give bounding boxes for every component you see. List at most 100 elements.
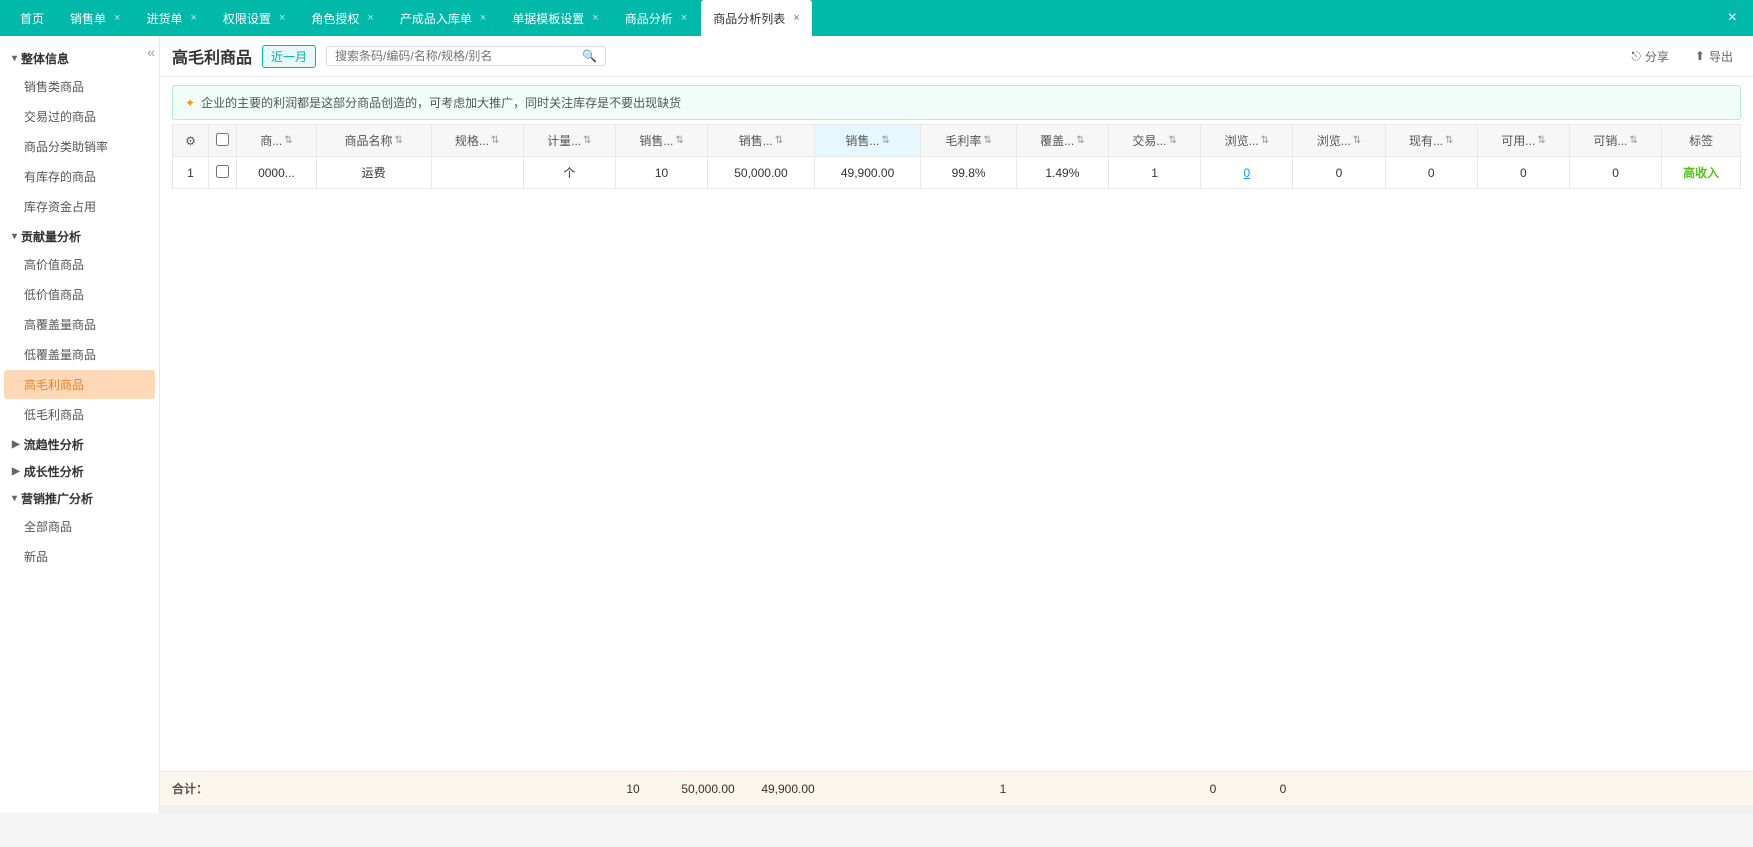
- bottom-scrollbar[interactable]: [160, 805, 1753, 813]
- nav-product-analysis-list-close[interactable]: ×: [793, 12, 799, 24]
- sidebar-item-high-value[interactable]: 高价值商品: [4, 250, 155, 279]
- sidebar-item-stock-capital[interactable]: 库存资金占用: [4, 192, 155, 221]
- col-spec[interactable]: 规格... ⇅: [431, 125, 523, 157]
- table-container[interactable]: ⚙ 商... ⇅ 商品名称: [160, 124, 1753, 771]
- sidebar-item-category-rate[interactable]: 商品分类助销率: [4, 132, 155, 161]
- col-sales-qty[interactable]: 销售... ⇅: [615, 125, 707, 157]
- col-name-sort-icon[interactable]: ⇅: [394, 135, 402, 146]
- row-stock-available: 0: [1477, 157, 1569, 189]
- sidebar-item-traded-goods[interactable]: 交易过的商品: [4, 102, 155, 131]
- col-sales-qty-sort-icon[interactable]: ⇅: [675, 135, 683, 146]
- sidebar-item-high-margin[interactable]: 高毛利商品: [4, 370, 155, 399]
- footer-transactions: 1: [968, 782, 1038, 796]
- footer-cells: 10 50,000.00 49,900.00 1 0 0: [224, 782, 1741, 796]
- sidebar-group-marketing[interactable]: ▾ 营销推广分析: [0, 484, 159, 511]
- col-sales-amount-sort-icon[interactable]: ⇅: [775, 135, 783, 146]
- col-coverage-sort-icon[interactable]: ⇅: [1076, 135, 1084, 146]
- tag-label: 高收入: [1683, 166, 1719, 180]
- close-all-button[interactable]: ×: [1720, 5, 1745, 31]
- col-stock-saleable[interactable]: 可销... ⇅: [1570, 125, 1662, 157]
- nav-purchase-order[interactable]: 进货单 ×: [134, 0, 208, 36]
- nav-product-inbound-close[interactable]: ×: [480, 12, 486, 24]
- info-bar: ✦ 企业的主要的利润都是这部分商品创造的，可考虑加大推广，同时关注库存是不要出现…: [172, 85, 1741, 120]
- footer-sales-amount: 50,000.00: [668, 782, 748, 796]
- search-input[interactable]: [335, 49, 578, 63]
- sidebar-item-low-margin[interactable]: 低毛利商品: [4, 400, 155, 429]
- row-browse1[interactable]: 0: [1201, 157, 1293, 189]
- col-margin-rate[interactable]: 毛利率 ⇅: [921, 125, 1016, 157]
- row-transactions: 1: [1108, 157, 1200, 189]
- footer-total-bar: 合计： 10 50,000.00 49,900.00 1 0 0: [160, 771, 1753, 805]
- nav-sales-order[interactable]: 销售单 ×: [58, 0, 132, 36]
- col-transactions[interactable]: 交易... ⇅: [1108, 125, 1200, 157]
- col-sales-net-sort-icon[interactable]: ⇅: [881, 135, 889, 146]
- browse1-link[interactable]: 0: [1243, 166, 1250, 180]
- footer-stock-current: 0: [1178, 782, 1248, 796]
- col-sales-amount[interactable]: 销售... ⇅: [708, 125, 815, 157]
- row-margin-rate: 99.8%: [921, 157, 1016, 189]
- col-code[interactable]: 商... ⇅: [237, 125, 317, 157]
- col-unit-sort-icon[interactable]: ⇅: [583, 135, 591, 146]
- select-all-checkbox[interactable]: [216, 133, 229, 146]
- sidebar-item-high-coverage[interactable]: 高覆盖量商品: [4, 310, 155, 339]
- content-header: 高毛利商品 近一月 🔍 ⎋ 分享 ⬆ 导出: [160, 36, 1753, 77]
- col-stock-available-sort-icon[interactable]: ⇅: [1537, 135, 1545, 146]
- nav-product-analysis-close[interactable]: ×: [681, 12, 687, 24]
- sidebar-group-growth[interactable]: ▶ 成长性分析: [0, 457, 159, 484]
- nav-permission-settings[interactable]: 权限设置 ×: [211, 0, 297, 36]
- sidebar-group-overall[interactable]: ▾ 整体信息: [0, 44, 159, 71]
- sidebar-group-trend[interactable]: ▶ 流趋性分析: [0, 430, 159, 457]
- col-checkbox: [209, 125, 237, 157]
- col-stock-available[interactable]: 可用... ⇅: [1477, 125, 1569, 157]
- col-code-sort-icon[interactable]: ⇅: [284, 135, 292, 146]
- filter-recent-month-button[interactable]: 近一月: [262, 45, 316, 68]
- nav-product-analysis-list[interactable]: 商品分析列表 ×: [701, 0, 811, 36]
- col-name[interactable]: 商品名称 ⇅: [316, 125, 431, 157]
- col-browse1[interactable]: 浏览... ⇅: [1201, 125, 1293, 157]
- sidebar-item-low-value[interactable]: 低价值商品: [4, 280, 155, 309]
- sidebar-item-new-goods[interactable]: 新品: [4, 542, 155, 571]
- sidebar-item-stocked-goods[interactable]: 有库存的商品: [4, 162, 155, 191]
- top-navigation: 首页 销售单 × 进货单 × 权限设置 × 角色授权 × 产成品入库单 × 单据…: [0, 0, 1753, 36]
- nav-template-settings-close[interactable]: ×: [592, 12, 598, 24]
- col-spec-sort-icon[interactable]: ⇅: [491, 135, 499, 146]
- col-stock-current[interactable]: 现有... ⇅: [1385, 125, 1477, 157]
- row-unit: 个: [523, 157, 615, 189]
- nav-purchase-order-close[interactable]: ×: [190, 12, 196, 24]
- col-sales-net[interactable]: 销售... ⇅: [814, 125, 921, 157]
- row-stock-current: 0: [1385, 157, 1477, 189]
- sidebar-item-sales-goods[interactable]: 销售类商品: [4, 72, 155, 101]
- row-stock-saleable: 0: [1570, 157, 1662, 189]
- col-margin-rate-sort-icon[interactable]: ⇅: [983, 135, 991, 146]
- col-transactions-sort-icon[interactable]: ⇅: [1168, 135, 1176, 146]
- export-button[interactable]: ⬆ 导出: [1687, 45, 1741, 68]
- search-icon[interactable]: 🔍: [582, 49, 597, 63]
- row-select-checkbox[interactable]: [216, 165, 229, 178]
- sidebar-item-low-coverage[interactable]: 低覆盖量商品: [4, 340, 155, 369]
- nav-role-auth-close[interactable]: ×: [367, 12, 373, 24]
- sidebar-group-growth-arrow: ▶: [12, 466, 20, 477]
- nav-product-analysis[interactable]: 商品分析 ×: [613, 0, 699, 36]
- col-stock-current-sort-icon[interactable]: ⇅: [1445, 135, 1453, 146]
- col-stock-saleable-sort-icon[interactable]: ⇅: [1629, 135, 1637, 146]
- col-browse1-sort-icon[interactable]: ⇅: [1261, 135, 1269, 146]
- sidebar-collapse-button[interactable]: «: [147, 44, 155, 60]
- sidebar-item-all-goods[interactable]: 全部商品: [4, 512, 155, 541]
- row-spec: [431, 157, 523, 189]
- col-browse2-sort-icon[interactable]: ⇅: [1353, 135, 1361, 146]
- row-code[interactable]: 0000...: [237, 157, 317, 189]
- nav-permission-settings-close[interactable]: ×: [279, 12, 285, 24]
- nav-home[interactable]: 首页: [8, 0, 56, 36]
- nav-sales-order-close[interactable]: ×: [114, 12, 120, 24]
- row-checkbox[interactable]: [209, 157, 237, 189]
- col-coverage[interactable]: 覆盖... ⇅: [1016, 125, 1108, 157]
- nav-product-inbound[interactable]: 产成品入库单 ×: [388, 0, 498, 36]
- sidebar-group-contribution[interactable]: ▾ 贡献量分析: [0, 222, 159, 249]
- col-settings[interactable]: ⚙: [173, 125, 209, 157]
- sidebar-group-contribution-arrow: ▾: [12, 231, 17, 242]
- col-browse2[interactable]: 浏览... ⇅: [1293, 125, 1385, 157]
- col-unit[interactable]: 计量... ⇅: [523, 125, 615, 157]
- share-button[interactable]: ⎋ 分享: [1623, 45, 1677, 68]
- nav-role-auth[interactable]: 角色授权 ×: [299, 0, 385, 36]
- nav-template-settings[interactable]: 单据模板设置 ×: [500, 0, 610, 36]
